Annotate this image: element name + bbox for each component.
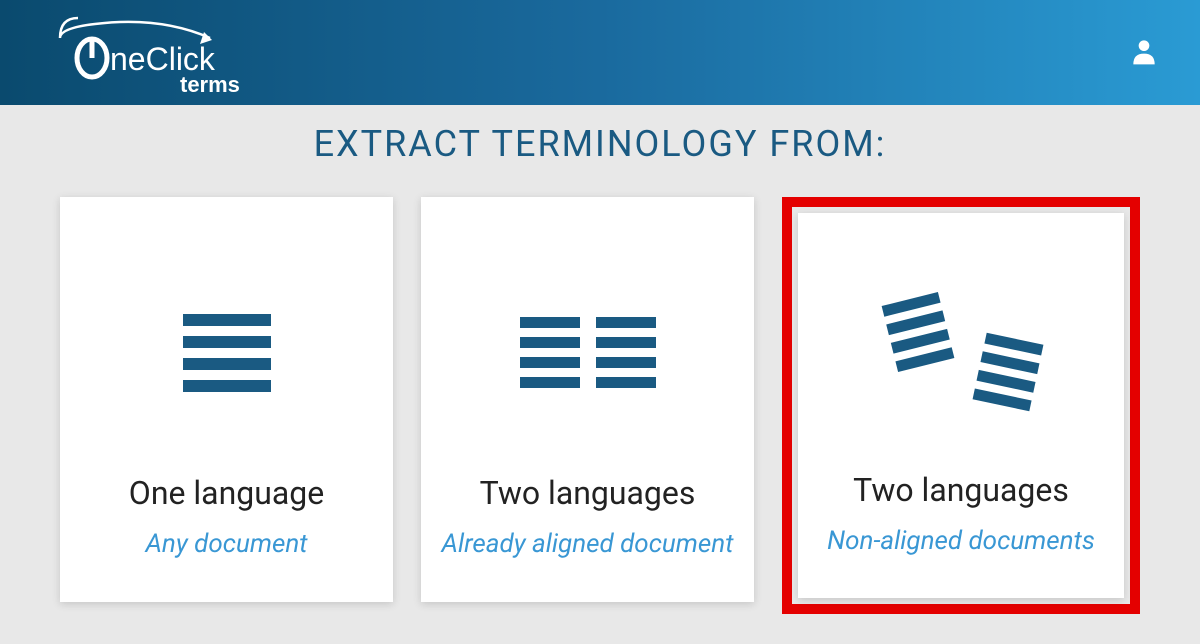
svg-text:terms: terms <box>180 72 240 95</box>
card-two-languages-nonaligned[interactable]: Two languages Non-aligned documents <box>798 213 1124 598</box>
card-subtitle: Already aligned document <box>442 526 734 562</box>
main-content: EXTRACT TERMINOLOGY FROM: One language A… <box>0 105 1200 644</box>
card-two-languages-aligned[interactable]: Two languages Already aligned document <box>421 197 754 602</box>
card-title: One language <box>129 474 324 512</box>
user-account-icon[interactable] <box>1128 35 1160 71</box>
card-subtitle: Non-aligned documents <box>827 523 1095 559</box>
oneclick-terms-logo-icon: neClick terms <box>40 10 270 95</box>
card-title: Two languages <box>853 471 1069 509</box>
highlighted-card-wrapper: Two languages Non-aligned documents <box>782 197 1140 614</box>
single-document-icon <box>183 287 271 419</box>
option-cards: One language Any document Two languages … <box>60 197 1140 614</box>
header: neClick terms <box>0 0 1200 105</box>
page-heading: EXTRACT TERMINOLOGY FROM: <box>60 123 1140 165</box>
card-subtitle: Any document <box>145 526 307 562</box>
logo[interactable]: neClick terms <box>40 10 270 95</box>
nonaligned-documents-icon <box>881 291 1041 426</box>
aligned-documents-icon <box>520 287 656 419</box>
card-one-language[interactable]: One language Any document <box>60 197 393 602</box>
card-title: Two languages <box>480 474 696 512</box>
